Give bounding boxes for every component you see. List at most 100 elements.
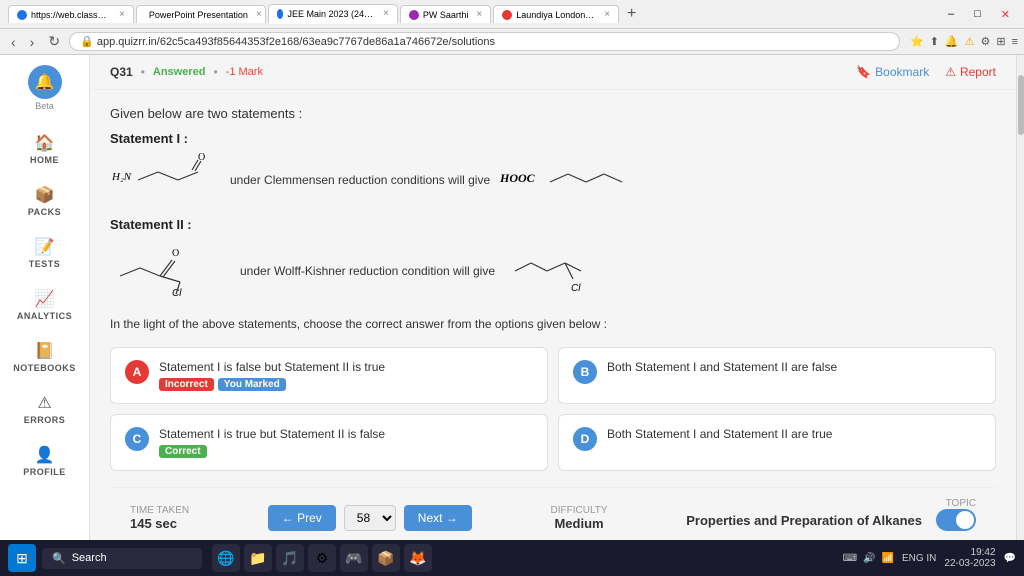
instruction-text: In the light of the above statements, ch… xyxy=(110,317,996,331)
options-grid: A Statement I is false but Statement II … xyxy=(110,347,996,471)
wifi-icon: 📶 xyxy=(881,553,893,564)
browser-actions: ⭐ ⬆ 🔔 ⚠ ⚙ ⊞ ≡ xyxy=(910,35,1018,48)
taskbar-icon-3[interactable]: 🎵 xyxy=(276,544,304,572)
topic-value: Properties and Preparation of Alkanes xyxy=(686,513,922,528)
svg-text:Cl: Cl xyxy=(571,283,581,294)
option-c-badge: C xyxy=(125,427,149,451)
header-actions: 🔖 Bookmark ⚠ Report xyxy=(856,65,996,79)
statement2-text: under Wolff-Kishner reduction condition … xyxy=(240,264,495,278)
sidebar-item-analytics[interactable]: 📈 ANALYTICS xyxy=(0,281,89,329)
topic-label: TOPIC xyxy=(686,498,976,509)
svg-text:HOOC: HOOC xyxy=(500,171,536,185)
keyboard-icon: ⌨ xyxy=(843,553,857,564)
time-label: TIME TAKEN xyxy=(130,505,189,516)
option-a-tag-you-marked: You Marked xyxy=(218,378,286,391)
new-tab-button[interactable]: + xyxy=(621,5,642,23)
sys-icons: ⌨ 🔊 📶 xyxy=(843,553,894,564)
browser-tab-1[interactable]: https://web.classplusapp... × xyxy=(8,5,134,23)
browser-tabs: https://web.classplusapp... × PowerPoint… xyxy=(8,4,642,24)
sidebar-label-packs: PACKS xyxy=(28,207,61,217)
option-b[interactable]: B Both Statement I and Statement II are … xyxy=(558,347,996,404)
sidebar: 🔔 Beta 🏠 HOME 📦 PACKS 📝 TESTS 📈 ANALYTIC… xyxy=(0,55,90,540)
app-layout: 🔔 Beta 🏠 HOME 📦 PACKS 📝 TESTS 📈 ANALYTIC… xyxy=(0,55,1024,540)
option-a-tags: Incorrect You Marked xyxy=(159,378,385,391)
sidebar-label-errors: ERRORS xyxy=(24,415,66,425)
report-icon: ⚠ xyxy=(945,65,956,79)
logo-icon: 🔔 xyxy=(28,65,62,99)
difficulty-info: DIFFICULTY Medium xyxy=(551,505,608,531)
topic-toggle[interactable] xyxy=(936,509,976,531)
start-button[interactable]: ⊞ xyxy=(8,544,36,572)
volume-icon[interactable]: 🔊 xyxy=(863,553,875,564)
option-a[interactable]: A Statement I is false but Statement II … xyxy=(110,347,548,404)
sidebar-logo: 🔔 Beta xyxy=(28,65,62,111)
windows-icon: ⊞ xyxy=(16,550,28,567)
statement2-label: Statement II : xyxy=(110,217,996,232)
taskbar-right: ⌨ 🔊 📶 ENG IN 19:42 22-03-2023 💬 xyxy=(843,547,1016,569)
scrollbar[interactable] xyxy=(1016,55,1024,540)
question-number: Q31 xyxy=(110,65,133,79)
question-footer: TIME TAKEN 145 sec ← Prev 58 Next → DIFF… xyxy=(110,487,996,540)
statement1-content: H₂N O under Clemmensen reduction conditi… xyxy=(110,152,996,207)
bookmark-button[interactable]: 🔖 Bookmark xyxy=(856,65,929,79)
taskbar-search[interactable]: 🔍 Search xyxy=(42,548,202,569)
taskbar-date: 22-03-2023 xyxy=(944,558,995,569)
sidebar-item-profile[interactable]: 👤 PROFILE xyxy=(0,437,89,485)
search-icon: 🔍 xyxy=(52,552,66,565)
option-c[interactable]: C Statement I is true but Statement II i… xyxy=(110,414,548,471)
page-select[interactable]: 58 xyxy=(344,505,396,531)
home-icon: 🏠 xyxy=(35,133,55,153)
taskbar-icon-1[interactable]: 🌐 xyxy=(212,544,240,572)
report-button[interactable]: ⚠ Report xyxy=(945,65,996,79)
reload-button[interactable]: ↻ xyxy=(43,31,65,52)
sidebar-item-home[interactable]: 🏠 HOME xyxy=(0,125,89,173)
taskbar-icon-2[interactable]: 📁 xyxy=(244,544,272,572)
option-b-text: Both Statement I and Statement II are fa… xyxy=(607,360,837,374)
option-a-tag-incorrect: Incorrect xyxy=(159,378,214,391)
address-bar[interactable]: 🔒 app.quizrr.in/62c5ca493f85644353f2e168… xyxy=(69,32,900,51)
forward-button[interactable]: › xyxy=(25,32,40,52)
option-c-tag-correct: Correct xyxy=(159,445,207,458)
statement1-structure-left: H₂N O xyxy=(110,152,220,207)
taskbar: ⊞ 🔍 Search 🌐 📁 🎵 ⚙ 🎮 📦 🦊 ⌨ 🔊 📶 ENG IN 19… xyxy=(0,540,1024,576)
time-info: TIME TAKEN 145 sec xyxy=(130,505,189,531)
browser-tab-3[interactable]: JEE Main 2023 (24 Jan Shift 2)... × xyxy=(268,4,398,24)
content-with-scroll: Q31 • Answered • -1 Mark 🔖 Bookmark ⚠ Re… xyxy=(90,55,1024,540)
difficulty-label: DIFFICULTY xyxy=(551,505,608,516)
next-button[interactable]: Next → xyxy=(404,505,472,531)
option-b-content: Both Statement I and Statement II are fa… xyxy=(607,360,837,374)
taskbar-search-label: Search xyxy=(72,552,107,564)
notification-icon[interactable]: 💬 xyxy=(1004,553,1016,564)
browser-tab-2[interactable]: PowerPoint Presentation × xyxy=(136,5,266,23)
option-c-tags: Correct xyxy=(159,445,385,458)
packs-icon: 📦 xyxy=(35,185,55,205)
sidebar-label-tests: TESTS xyxy=(29,259,61,269)
option-d[interactable]: D Both Statement I and Statement II are … xyxy=(558,414,996,471)
browser-tab-4[interactable]: PW Saarthi × xyxy=(400,5,491,23)
sidebar-item-packs[interactable]: 📦 PACKS xyxy=(0,177,89,225)
sidebar-item-errors[interactable]: ⚠ ERRORS xyxy=(0,385,89,433)
taskbar-icon-4[interactable]: ⚙ xyxy=(308,544,336,572)
option-a-content: Statement I is false but Statement II is… xyxy=(159,360,385,391)
sidebar-item-notebooks[interactable]: 📔 NOTEBOOKS xyxy=(0,333,89,381)
mark-badge: -1 Mark xyxy=(226,66,263,78)
statement1-product: HOOC xyxy=(500,160,630,200)
browser-tab-5[interactable]: Laundiya London Se Layenge... × xyxy=(493,5,619,23)
scrollbar-thumb[interactable] xyxy=(1018,75,1024,135)
option-d-content: Both Statement I and Statement II are tr… xyxy=(607,427,832,441)
answered-status: Answered xyxy=(153,66,206,78)
option-c-content: Statement I is true but Statement II is … xyxy=(159,427,385,458)
toggle-circle xyxy=(956,511,974,529)
option-d-text: Both Statement I and Statement II are tr… xyxy=(607,427,832,441)
taskbar-icon-7[interactable]: 🦊 xyxy=(404,544,432,572)
profile-icon: 👤 xyxy=(35,445,55,465)
option-a-text: Statement I is false but Statement II is… xyxy=(159,360,385,374)
svg-text:H₂N: H₂N xyxy=(111,171,132,183)
sidebar-item-tests[interactable]: 📝 TESTS xyxy=(0,229,89,277)
prev-button[interactable]: ← Prev xyxy=(268,505,336,531)
back-button[interactable]: ‹ xyxy=(6,32,21,52)
browser-nav-bar: ‹ › ↻ 🔒 app.quizrr.in/62c5ca493f85644353… xyxy=(0,29,1024,55)
taskbar-icon-6[interactable]: 📦 xyxy=(372,544,400,572)
nav-controls: ← Prev 58 Next → xyxy=(268,505,472,531)
taskbar-icon-5[interactable]: 🎮 xyxy=(340,544,368,572)
